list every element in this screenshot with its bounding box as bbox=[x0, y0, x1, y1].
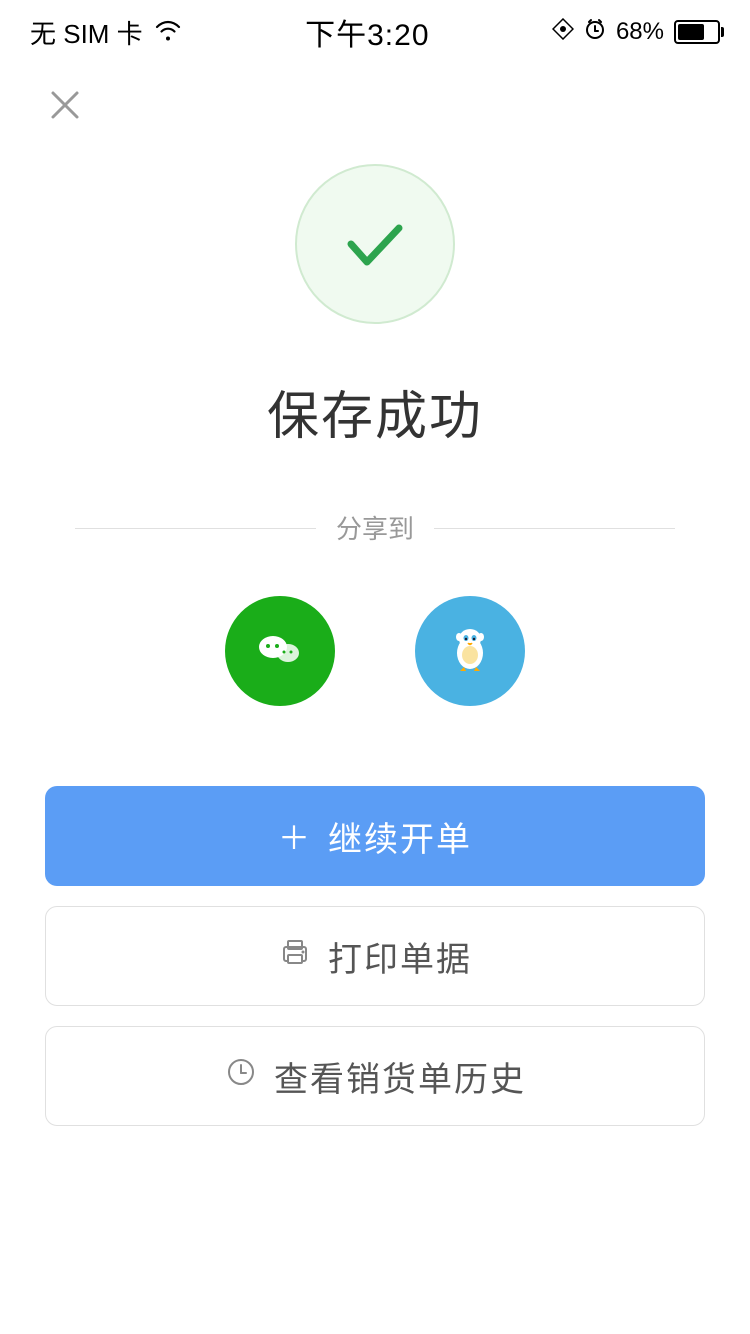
action-buttons: ＋ 继续开单 打印单据 bbox=[45, 786, 705, 1126]
wechat-share-button[interactable] bbox=[225, 596, 335, 706]
success-title: 保存成功 bbox=[267, 374, 483, 449]
status-right: 68% bbox=[552, 18, 720, 47]
battery-percent: 68% bbox=[616, 18, 664, 46]
success-circle bbox=[295, 164, 455, 324]
close-button[interactable] bbox=[40, 80, 90, 130]
print-button[interactable]: 打印单据 bbox=[45, 906, 705, 1006]
history-button[interactable]: 查看销货单历史 bbox=[45, 1026, 705, 1126]
share-icons-row bbox=[225, 596, 525, 706]
qq-share-button[interactable] bbox=[415, 596, 525, 706]
share-label: 分享到 bbox=[316, 509, 434, 546]
plus-icon: ＋ bbox=[278, 813, 312, 859]
history-label: 查看销货单历史 bbox=[274, 1052, 526, 1101]
continue-label: 继续开单 bbox=[328, 812, 472, 861]
history-icon bbox=[224, 1055, 258, 1097]
print-label: 打印单据 bbox=[328, 932, 472, 981]
print-icon bbox=[278, 935, 312, 977]
status-left: 无 SIM 卡 bbox=[30, 14, 183, 51]
main-content: 保存成功 分享到 bbox=[0, 64, 750, 1126]
wifi-icon bbox=[153, 17, 183, 48]
qq-icon bbox=[440, 621, 500, 681]
sim-label: 无 SIM 卡 bbox=[30, 14, 143, 51]
status-bar: 无 SIM 卡 下午3:20 bbox=[0, 0, 750, 64]
wechat-icon bbox=[250, 621, 310, 681]
status-time: 下午3:20 bbox=[305, 10, 429, 54]
continue-order-button[interactable]: ＋ 继续开单 bbox=[45, 786, 705, 886]
battery-icon bbox=[674, 20, 720, 44]
close-icon bbox=[47, 87, 83, 123]
checkmark-icon bbox=[335, 204, 415, 284]
alarm-icon bbox=[584, 18, 606, 47]
location-icon bbox=[552, 18, 574, 47]
share-section: 分享到 bbox=[0, 509, 750, 546]
